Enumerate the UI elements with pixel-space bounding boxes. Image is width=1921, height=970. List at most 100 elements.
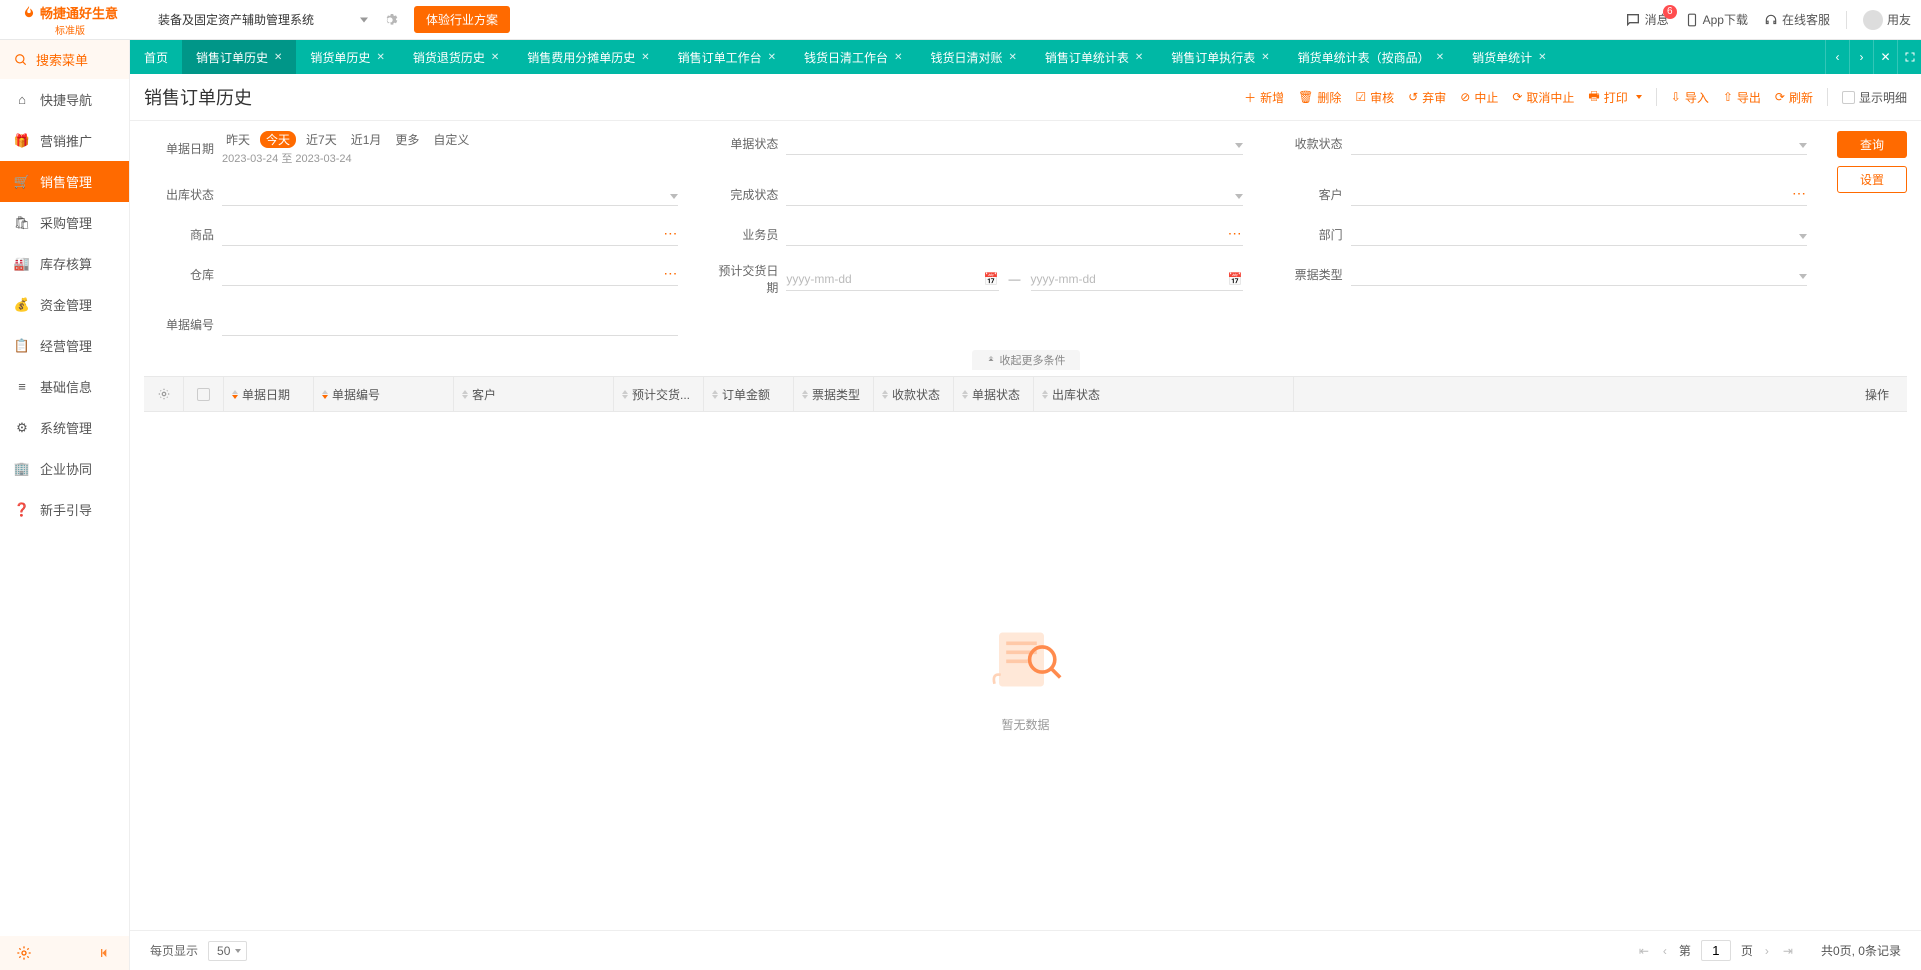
expect-date-to[interactable]: yyyy-mm-dd📅 <box>1031 267 1243 291</box>
date-tab-0[interactable]: 昨天 <box>222 131 254 148</box>
stop-button[interactable]: ⊘中止 <box>1460 89 1498 106</box>
sidebar-item-9[interactable]: 🏢企业协同 <box>0 448 129 489</box>
expect-date-from[interactable]: yyyy-mm-dd📅 <box>786 267 998 291</box>
filter-salesman[interactable]: 业务员 ⋯ <box>708 222 1242 246</box>
tab-8[interactable]: 销售订单执行表✕ <box>1157 40 1283 74</box>
tab-10[interactable]: 销货单统计✕ <box>1458 40 1560 74</box>
date-tab-3[interactable]: 近1月 <box>347 131 386 148</box>
date-tab-5[interactable]: 自定义 <box>429 131 473 148</box>
filter-pay-status[interactable]: 收款状态 <box>1273 131 1807 155</box>
column-header[interactable]: 订单金额 <box>704 377 794 411</box>
sidebar-item-6[interactable]: 📋经营管理 <box>0 325 129 366</box>
tab-3[interactable]: 销售费用分摊单历史✕ <box>513 40 663 74</box>
sidebar-item-5[interactable]: 💰资金管理 <box>0 284 129 325</box>
tab-scroll-right[interactable]: › <box>1849 40 1873 74</box>
add-button[interactable]: ＋新增 <box>1244 89 1284 106</box>
sidebar-item-7[interactable]: ≡基础信息 <box>0 366 129 407</box>
close-icon[interactable]: ✕ <box>376 52 384 63</box>
column-header[interactable]: 单据状态 <box>954 377 1034 411</box>
tab-5[interactable]: 钱货日清工作台✕ <box>790 40 916 74</box>
refresh-button[interactable]: ⟳刷新 <box>1775 89 1813 106</box>
tab-home[interactable]: 首页 <box>130 40 182 74</box>
system-name[interactable]: 装备及固定资产辅助管理系统 <box>150 7 374 32</box>
settings-icon[interactable] <box>16 945 32 961</box>
date-tab-2[interactable]: 近7天 <box>302 131 341 148</box>
search-menu[interactable]: 搜索菜单 <box>0 40 129 79</box>
column-settings[interactable] <box>144 377 184 411</box>
tab-0[interactable]: 销售订单历史✕ <box>182 40 296 74</box>
gear-icon[interactable] <box>382 12 398 28</box>
sidebar-item-3[interactable]: 🛍采购管理 <box>0 202 129 243</box>
delete-button[interactable]: 🗑删除 <box>1298 89 1341 106</box>
system-selector[interactable]: 装备及固定资产辅助管理系统 体验行业方案 <box>150 6 510 33</box>
tab-4[interactable]: 销售订单工作台✕ <box>664 40 790 74</box>
page-prev[interactable]: ‹ <box>1661 944 1669 958</box>
collapse-sidebar-icon[interactable] <box>97 945 113 961</box>
close-icon[interactable]: ✕ <box>1261 52 1269 63</box>
query-button[interactable]: 查询 <box>1837 131 1907 158</box>
sidebar-item-2[interactable]: 🛒销售管理 <box>0 161 129 202</box>
column-header[interactable]: 单据编号 <box>314 377 454 411</box>
tab-7[interactable]: 销售订单统计表✕ <box>1031 40 1157 74</box>
detail-toggle[interactable]: 显示明细 <box>1842 89 1907 106</box>
column-header[interactable]: 票据类型 <box>794 377 874 411</box>
filter-dept[interactable]: 部门 <box>1273 222 1807 246</box>
close-icon[interactable]: ✕ <box>1538 52 1546 63</box>
audit-button[interactable]: ☑审核 <box>1355 89 1394 106</box>
per-page-select[interactable]: 50 <box>208 941 247 961</box>
app-download-link[interactable]: App下载 <box>1685 11 1748 28</box>
chevron-down-icon <box>1799 135 1807 151</box>
sidebar-item-1[interactable]: 🎁营销推广 <box>0 120 129 161</box>
filter-done-status[interactable]: 完成状态 <box>708 182 1242 206</box>
column-header[interactable]: 收款状态 <box>874 377 954 411</box>
close-icon[interactable]: ✕ <box>1436 52 1444 63</box>
page-first[interactable]: ⇤ <box>1637 944 1651 958</box>
messages-link[interactable]: 消息 6 <box>1625 11 1669 28</box>
export-button[interactable]: ⇧导出 <box>1723 89 1761 106</box>
close-icon[interactable]: ✕ <box>894 52 902 63</box>
tab-fullscreen[interactable] <box>1897 40 1921 74</box>
column-header[interactable]: 单据日期 <box>224 377 314 411</box>
service-link[interactable]: 在线客服 <box>1764 11 1830 28</box>
unstop-button[interactable]: ⟳取消中止 <box>1512 89 1574 106</box>
sidebar-item-0[interactable]: ⌂快捷导航 <box>0 79 129 120</box>
close-icon[interactable]: ✕ <box>1008 52 1016 63</box>
tab-scroll-left[interactable]: ‹ <box>1825 40 1849 74</box>
discard-button[interactable]: ↺弃审 <box>1408 89 1446 106</box>
filter-invoice-type[interactable]: 票据类型 <box>1273 262 1807 286</box>
sidebar-item-10[interactable]: ❓新手引导 <box>0 489 129 530</box>
column-header[interactable]: 客户 <box>454 377 614 411</box>
tab-6[interactable]: 钱货日清对账✕ <box>916 40 1030 74</box>
column-header[interactable]: 出库状态 <box>1034 377 1294 411</box>
tab-2[interactable]: 销货退货历史✕ <box>399 40 513 74</box>
user-menu[interactable]: 用友 <box>1863 10 1911 30</box>
tab-close-all[interactable]: ✕ <box>1873 40 1897 74</box>
filter-doc-status[interactable]: 单据状态 <box>708 131 1242 155</box>
filter-out-status[interactable]: 出库状态 <box>144 182 678 206</box>
import-button[interactable]: ⇩导入 <box>1671 89 1709 106</box>
close-icon[interactable]: ✕ <box>491 52 499 63</box>
filter-warehouse[interactable]: 仓库 ⋯ <box>144 262 678 286</box>
sidebar-item-4[interactable]: 🏭库存核算 <box>0 243 129 284</box>
tab-9[interactable]: 销货单统计表（按商品）✕ <box>1284 40 1458 74</box>
page-last[interactable]: ⇥ <box>1781 944 1795 958</box>
industry-button[interactable]: 体验行业方案 <box>414 6 510 33</box>
close-icon[interactable]: ✕ <box>641 52 649 63</box>
page-input[interactable] <box>1701 940 1731 961</box>
filter-doc-no[interactable]: 单据编号 <box>144 312 678 336</box>
sidebar-item-8[interactable]: ⚙系统管理 <box>0 407 129 448</box>
close-icon[interactable]: ✕ <box>1135 52 1143 63</box>
print-button[interactable]: 🖶打印 <box>1588 87 1641 108</box>
tab-1[interactable]: 销货单历史✕ <box>296 40 398 74</box>
date-tab-1[interactable]: 今天 <box>260 131 296 148</box>
close-icon[interactable]: ✕ <box>274 52 282 63</box>
column-header[interactable]: 预计交货... <box>614 377 704 411</box>
setting-button[interactable]: 设置 <box>1837 166 1907 193</box>
page-next[interactable]: › <box>1763 944 1771 958</box>
date-tab-4[interactable]: 更多 <box>391 131 423 148</box>
close-icon[interactable]: ✕ <box>768 52 776 63</box>
filter-customer[interactable]: 客户 ⋯ <box>1273 182 1807 206</box>
collapse-filters[interactable]: 收起更多条件 <box>972 350 1080 370</box>
select-all[interactable] <box>184 377 224 411</box>
filter-product[interactable]: 商品 ⋯ <box>144 222 678 246</box>
